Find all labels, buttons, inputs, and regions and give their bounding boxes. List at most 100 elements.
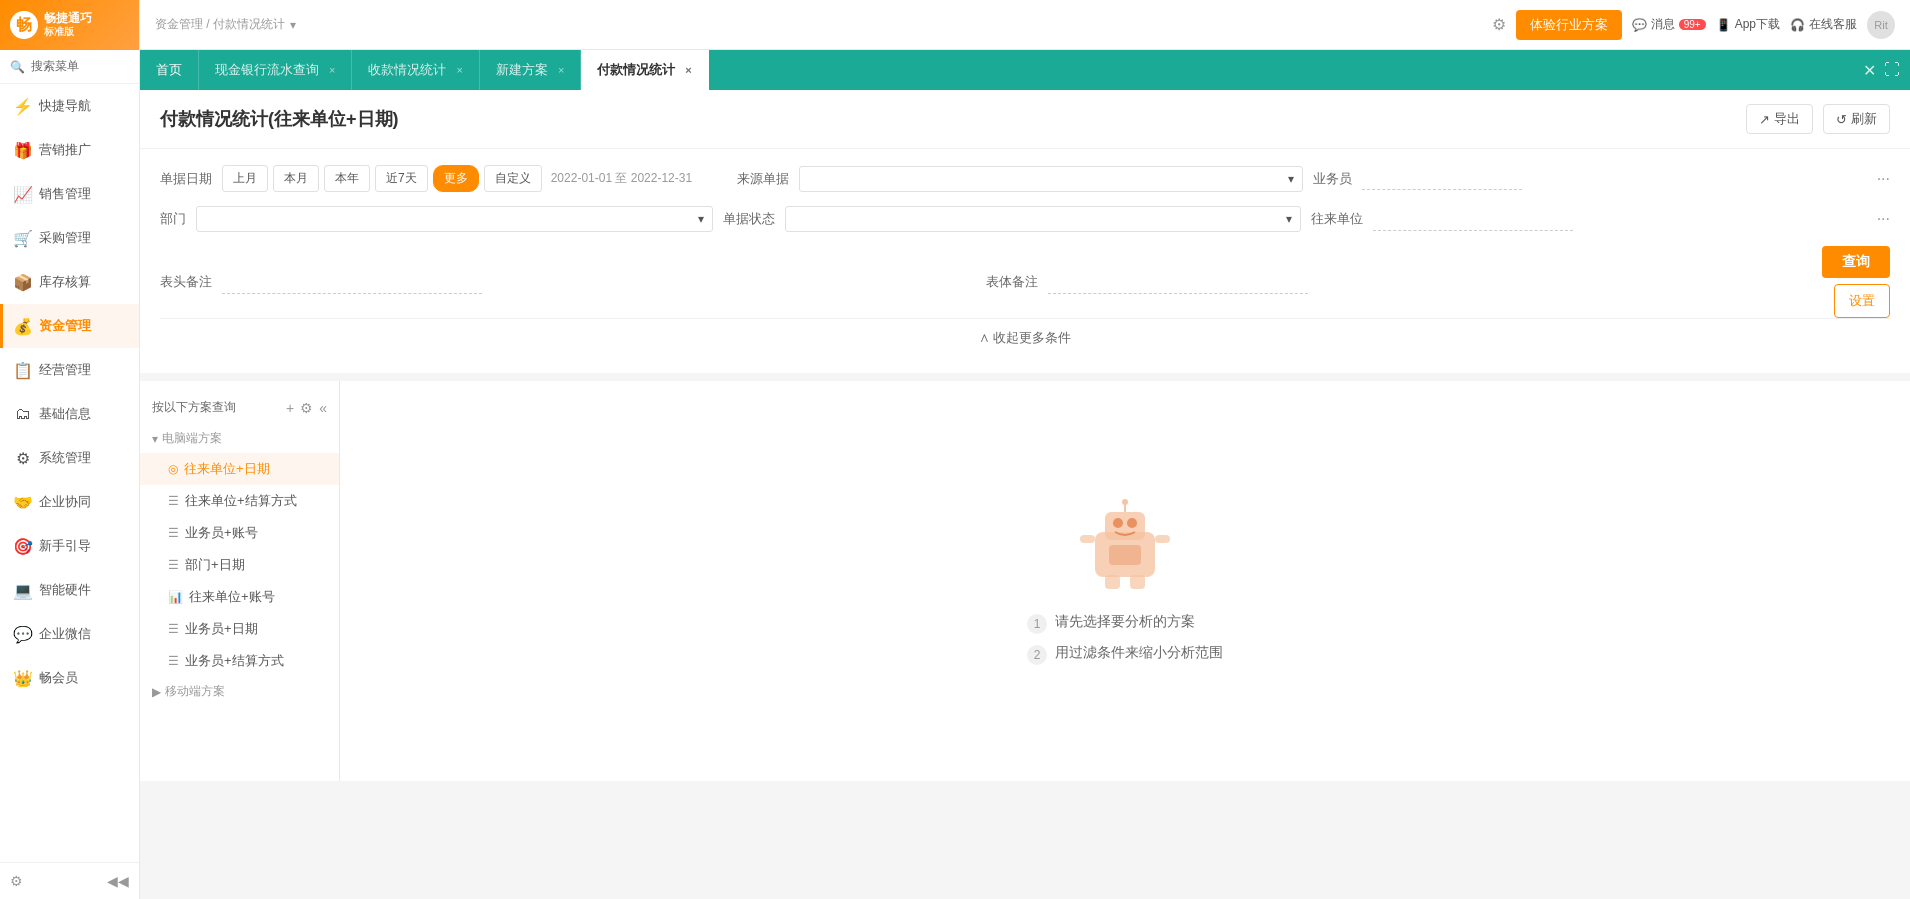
scheme-label-6: 业务员+结算方式	[185, 652, 284, 670]
app-download-label: App下载	[1735, 16, 1780, 33]
scheme-item-6[interactable]: ☰ 业务员+结算方式	[140, 645, 339, 677]
tab-close-all-icon[interactable]: ✕	[1863, 61, 1876, 80]
sidebar-item-7[interactable]: 📋经营管理	[0, 348, 139, 392]
scheme-item-0[interactable]: ◎ 往来单位+日期	[140, 453, 339, 485]
header-note-input[interactable]	[222, 271, 482, 294]
footer-settings-icon[interactable]: ⚙	[10, 873, 23, 889]
topbar: 资金管理 / 付款情况统计 ▾ ⚙ 体验行业方案 💬 消息 99+ 📱 App下…	[140, 0, 1910, 50]
app-download-btn[interactable]: 📱 App下载	[1716, 16, 1780, 33]
settings-btn[interactable]: ⚙	[1492, 15, 1506, 34]
messages-btn[interactable]: 💬 消息 99+	[1632, 16, 1706, 33]
dept-arrow: ▾	[698, 212, 704, 226]
scheme-item-5[interactable]: ☰ 业务员+日期	[140, 613, 339, 645]
online-service-btn[interactable]: 🎧 在线客服	[1790, 16, 1857, 33]
scheme-item-2[interactable]: ☰ 业务员+账号	[140, 517, 339, 549]
tab-new-scheme-close[interactable]: ×	[558, 64, 564, 76]
tab-home[interactable]: 首页	[140, 50, 199, 90]
empty-tip-2: 2 用过滤条件来缩小分析范围	[1027, 644, 1223, 665]
sidebar-item-3[interactable]: 📈销售管理	[0, 172, 139, 216]
sidebar-item-4[interactable]: 🛒采购管理	[0, 216, 139, 260]
sidebar-icon-12: 💻	[13, 580, 33, 600]
message-icon: 💬	[1632, 18, 1647, 32]
sidebar-label-11: 新手引导	[39, 537, 91, 555]
this-month-btn[interactable]: 本月	[273, 165, 319, 192]
messages-label: 消息	[1651, 16, 1675, 33]
sidebar-item-2[interactable]: 🎁营销推广	[0, 128, 139, 172]
sidebar-item-14[interactable]: 👑畅会员	[0, 656, 139, 700]
sidebar-item-11[interactable]: 🎯新手引导	[0, 524, 139, 568]
tab-payments-close[interactable]: ×	[685, 64, 691, 76]
collapse-panel-icon[interactable]: «	[319, 400, 327, 416]
more-btn[interactable]: 更多	[433, 165, 479, 192]
desktop-group-label: 电脑端方案	[162, 430, 222, 447]
sidebar-item-12[interactable]: 💻智能硬件	[0, 568, 139, 612]
sidebar-search[interactable]: 🔍 搜索菜单	[0, 50, 139, 84]
breadcrumb: 资金管理 / 付款情况统计 ▾	[155, 16, 1482, 33]
partner-more-icon[interactable]: ···	[1869, 210, 1890, 228]
dept-select[interactable]: ▾	[196, 206, 713, 232]
trial-button[interactable]: 体验行业方案	[1516, 10, 1622, 40]
add-scheme-icon[interactable]: +	[286, 400, 294, 416]
sidebar-item-13[interactable]: 💬企业微信	[0, 612, 139, 656]
sidebar-item-1[interactable]: ⚡快捷导航	[0, 84, 139, 128]
svg-rect-8	[1109, 545, 1141, 565]
tip-num-2: 2	[1027, 645, 1047, 665]
left-panel-header: 按以下方案查询 + ⚙ «	[140, 391, 339, 424]
filter-section: 单据日期 上月 本月 本年 近7天 更多 自定义 2022-01-01 至 20…	[140, 149, 1910, 373]
desktop-group-title[interactable]: ▾ 电脑端方案	[140, 424, 339, 453]
footer-collapse-icon[interactable]: ◀◀	[107, 873, 129, 889]
doc-status-select[interactable]: ▾	[785, 206, 1302, 232]
sidebar-item-6[interactable]: 💰资金管理	[0, 304, 139, 348]
this-year-btn[interactable]: 本年	[324, 165, 370, 192]
salesperson-input[interactable]	[1362, 167, 1522, 190]
scheme-settings-icon[interactable]: ⚙	[300, 400, 313, 416]
more-options-icon[interactable]: ···	[1877, 170, 1890, 188]
user-avatar[interactable]: Rit	[1867, 11, 1895, 39]
partner-label: 往来单位	[1301, 210, 1373, 228]
scheme-item-4[interactable]: 📊 往来单位+账号	[140, 581, 339, 613]
tab-expand-icon[interactable]: ⛶	[1884, 61, 1900, 79]
recent7-btn[interactable]: 近7天	[375, 165, 428, 192]
scheme-item-3[interactable]: ☰ 部门+日期	[140, 549, 339, 581]
settings-button[interactable]: 设置	[1834, 284, 1890, 318]
sidebar-label-5: 库存核算	[39, 273, 91, 291]
partner-input[interactable]	[1373, 208, 1573, 231]
mobile-group-title[interactable]: ▶ 移动端方案	[140, 677, 339, 706]
tab-cash-flow-close[interactable]: ×	[329, 64, 335, 76]
sidebar-label-2: 营销推广	[39, 141, 91, 159]
query-button[interactable]: 查询	[1822, 246, 1890, 278]
tab-receipts[interactable]: 收款情况统计 ×	[352, 50, 479, 90]
tab-new-scheme-label: 新建方案	[496, 61, 548, 79]
scheme-label-0: 往来单位+日期	[184, 460, 270, 478]
export-button[interactable]: ↗ 导出	[1746, 104, 1813, 134]
empty-tips: 1 请先选择要分析的方案 2 用过滤条件来缩小分析范围	[1027, 613, 1223, 665]
last-month-btn[interactable]: 上月	[222, 165, 268, 192]
collapse-more-btn[interactable]: ∧ 收起更多条件	[160, 318, 1890, 357]
search-label: 搜索菜单	[31, 58, 79, 75]
tab-new-scheme[interactable]: 新建方案 ×	[480, 50, 581, 90]
sidebar-item-5[interactable]: 📦库存核算	[0, 260, 139, 304]
sidebar-item-10[interactable]: 🤝企业协同	[0, 480, 139, 524]
source-select[interactable]: ▾	[799, 166, 1304, 192]
tab-cash-flow[interactable]: 现金银行流水查询 ×	[199, 50, 352, 90]
mobile-group-arrow: ▶	[152, 685, 161, 699]
left-panel: 按以下方案查询 + ⚙ « ▾ 电脑端方案 ◎ 往来单位+日期	[140, 381, 340, 781]
body-note-input[interactable]	[1048, 271, 1308, 294]
desktop-schemes-group: ▾ 电脑端方案 ◎ 往来单位+日期 ☰ 往来单位+结算方式 ☰ 业务员+账号	[140, 424, 339, 677]
header-note-wrap	[222, 271, 976, 294]
tab-payments[interactable]: 付款情况统计 ×	[581, 50, 708, 90]
sidebar-label-4: 采购管理	[39, 229, 91, 247]
tab-receipts-close[interactable]: ×	[456, 64, 462, 76]
date-label: 单据日期	[160, 170, 222, 188]
refresh-button[interactable]: ↺ 刷新	[1823, 104, 1890, 134]
tab-cash-flow-label: 现金银行流水查询	[215, 61, 319, 79]
sidebar-icon-6: 💰	[13, 316, 33, 336]
sidebar-item-8[interactable]: 🗂基础信息	[0, 392, 139, 436]
svg-rect-6	[1080, 535, 1095, 543]
logo-text-group: 畅捷通巧 标准版	[44, 11, 92, 39]
custom-btn[interactable]: 自定义	[484, 165, 542, 192]
salesperson-input-wrap	[1362, 167, 1867, 190]
sidebar-item-9[interactable]: ⚙系统管理	[0, 436, 139, 480]
scheme-item-1[interactable]: ☰ 往来单位+结算方式	[140, 485, 339, 517]
sidebar-icon-13: 💬	[13, 624, 33, 644]
